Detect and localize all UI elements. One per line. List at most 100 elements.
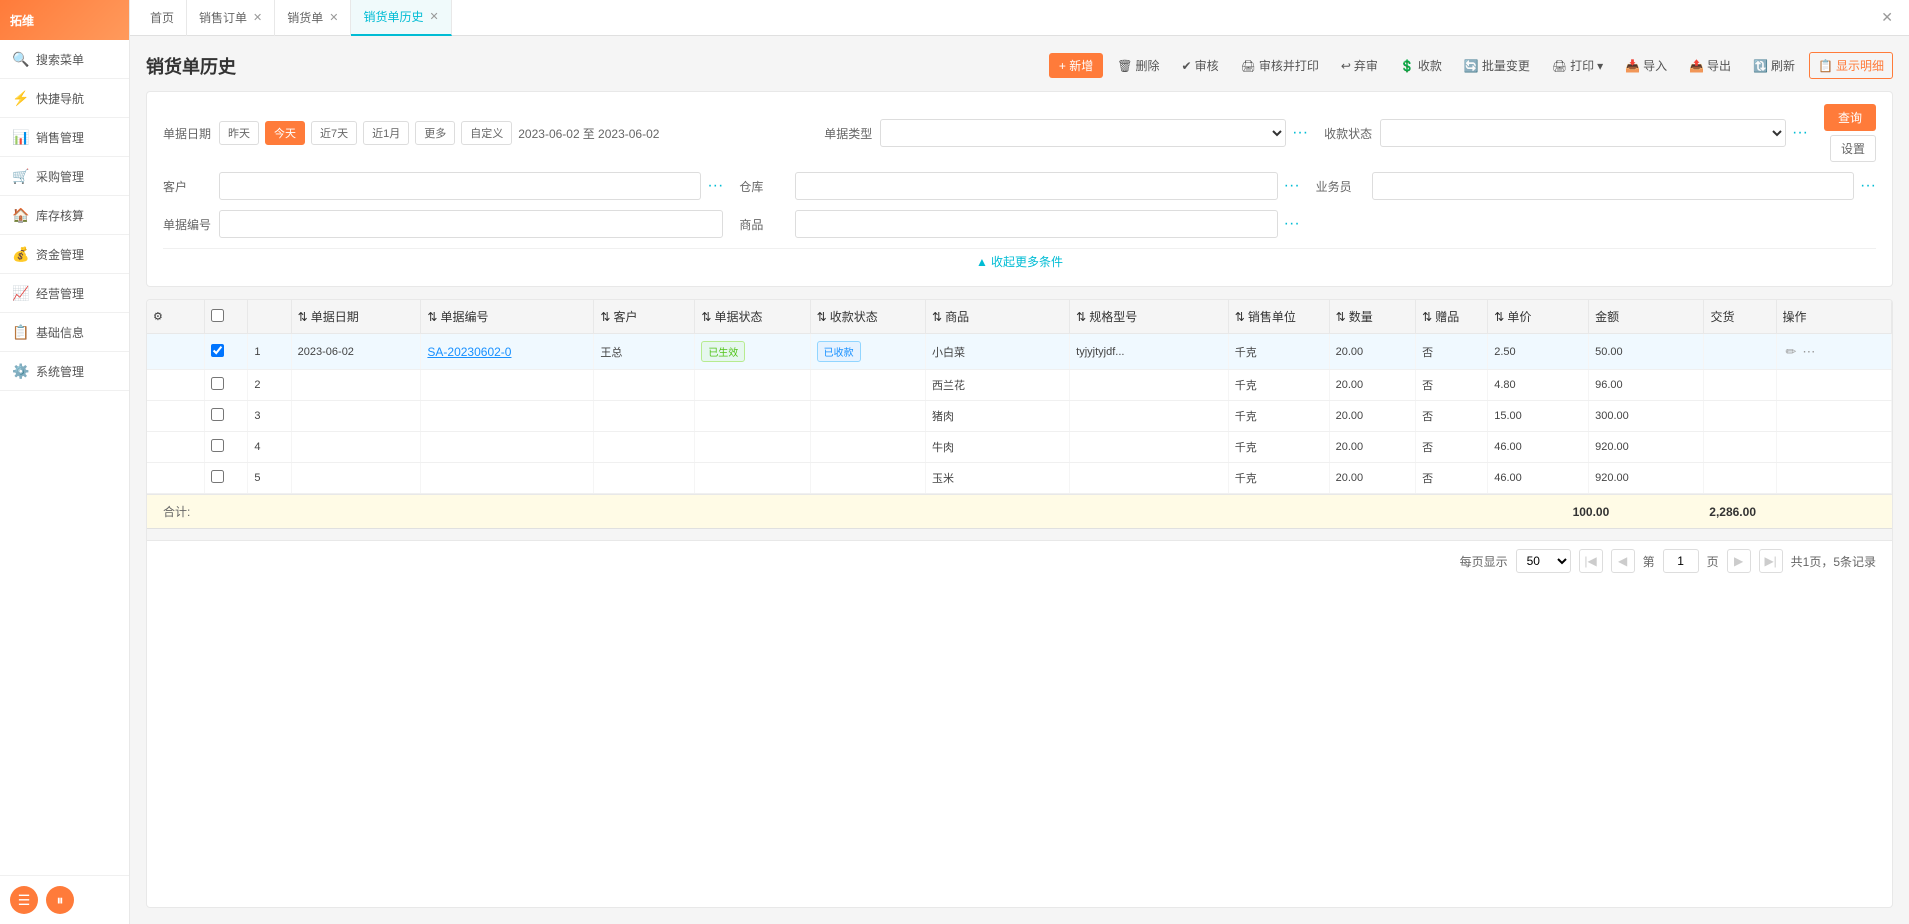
inventory-icon: 🏠 xyxy=(12,206,30,224)
th-gift[interactable]: ⇅ 赠品 xyxy=(1416,300,1488,334)
refresh-button[interactable]: 🔃 刷新 xyxy=(1745,53,1803,78)
date-range-text: 2023-06-02 至 2023-06-02 xyxy=(518,125,659,142)
filter-pay-status-select[interactable] xyxy=(1380,119,1786,147)
page-number-input[interactable] xyxy=(1663,549,1699,573)
tab-sale-history-close[interactable]: ✕ xyxy=(430,10,439,23)
cell-check[interactable] xyxy=(205,432,248,463)
abandon-button[interactable]: ↩ 弃审 xyxy=(1333,53,1386,78)
filter-warehouse-dots[interactable]: ··· xyxy=(1284,177,1300,195)
th-paystatus[interactable]: ⇅ 收款状态 xyxy=(810,300,925,334)
th-spec[interactable]: ⇅ 规格型号 xyxy=(1070,300,1229,334)
th-client[interactable]: ⇅ 客户 xyxy=(594,300,695,334)
cell-docno[interactable] xyxy=(421,370,594,401)
sidebar-item-inventory[interactable]: 🏠 库存核算 xyxy=(0,196,129,235)
scroll-bar[interactable] xyxy=(147,528,1892,540)
export-button[interactable]: 📤 导出 xyxy=(1681,53,1739,78)
sidebar-collapse-btn[interactable]: ☰ xyxy=(10,886,38,914)
row-checkbox[interactable] xyxy=(211,377,224,390)
cell-ops: ✏⋯ xyxy=(1776,334,1891,370)
sidebar-item-search-menu[interactable]: 🔍 搜索菜单 xyxy=(0,40,129,79)
th-gear[interactable]: ⚙ xyxy=(147,300,205,334)
more-icon[interactable]: ⋯ xyxy=(1802,344,1815,359)
date-btn-custom[interactable]: 自定义 xyxy=(461,121,512,145)
cell-docno[interactable]: SA-20230602-0 xyxy=(421,334,594,370)
th-date[interactable]: ⇅ 单据日期 xyxy=(291,300,421,334)
sidebar-pause-btn[interactable]: ⏸ xyxy=(46,886,74,914)
filter-salesperson-input[interactable] xyxy=(1372,172,1854,200)
date-btn-more[interactable]: 更多 xyxy=(415,121,455,145)
sidebar-item-purchase-mgmt[interactable]: 🛒 采购管理 xyxy=(0,157,129,196)
cell-spec xyxy=(1070,401,1229,432)
table-scroll[interactable]: ⚙ ⇅ 单据日期 ⇅ 单据编号 xyxy=(147,300,1892,494)
tab-sales-order[interactable]: 销售订单 ✕ xyxy=(187,0,275,36)
cell-check[interactable] xyxy=(205,401,248,432)
row-checkbox[interactable] xyxy=(211,344,224,357)
cell-check[interactable] xyxy=(205,463,248,494)
page-prev-btn[interactable]: ◀ xyxy=(1611,549,1635,573)
tab-home[interactable]: 首页 xyxy=(138,0,187,36)
collapse-filter-btn[interactable]: ▲ 收起更多条件 xyxy=(163,248,1876,274)
settings-button[interactable]: 设置 xyxy=(1830,135,1876,162)
cell-check[interactable] xyxy=(205,370,248,401)
page-last-btn[interactable]: ▶| xyxy=(1759,549,1783,573)
cell-docno[interactable] xyxy=(421,463,594,494)
cell-rownum: 2 xyxy=(248,370,291,401)
tab-sale-goods-close[interactable]: ✕ xyxy=(329,11,338,24)
sidebar-item-sys-mgmt[interactable]: ⚙️ 系统管理 xyxy=(0,352,129,391)
show-detail-button[interactable]: 📋 显示明细 xyxy=(1809,52,1893,79)
sidebar-item-basic-info[interactable]: 📋 基础信息 xyxy=(0,313,129,352)
cell-docno[interactable] xyxy=(421,432,594,463)
cell-check[interactable] xyxy=(205,334,248,370)
page-first-btn[interactable]: |◀ xyxy=(1579,549,1603,573)
th-qty[interactable]: ⇅ 数量 xyxy=(1329,300,1416,334)
filter-goods-input[interactable] xyxy=(795,210,1277,238)
edit-icon[interactable]: ✏ xyxy=(1786,344,1797,359)
date-btn-1month[interactable]: 近1月 xyxy=(363,121,409,145)
filter-salesperson-dots[interactable]: ··· xyxy=(1860,177,1876,195)
date-btn-today[interactable]: 今天 xyxy=(265,121,305,145)
filter-customer-dots[interactable]: ··· xyxy=(707,177,723,195)
audit-print-button[interactable]: 🖨 审核并打印 xyxy=(1233,53,1327,78)
filter-goods-dots[interactable]: ··· xyxy=(1284,215,1300,233)
cell-docstatus xyxy=(695,370,810,401)
th-goods[interactable]: ⇅ 商品 xyxy=(925,300,1069,334)
sidebar-item-operations[interactable]: 📈 经营管理 xyxy=(0,274,129,313)
cell-client xyxy=(594,432,695,463)
cell-docno[interactable] xyxy=(421,401,594,432)
audit-button[interactable]: ✔ 审核 xyxy=(1174,53,1227,78)
collect-button[interactable]: 💲 收款 xyxy=(1392,53,1450,78)
tab-sales-order-close[interactable]: ✕ xyxy=(253,11,262,24)
row-checkbox[interactable] xyxy=(211,439,224,452)
filter-docno-input[interactable] xyxy=(219,210,723,238)
delete-button[interactable]: 🗑 删除 xyxy=(1109,53,1167,78)
page-next-btn[interactable]: ▶ xyxy=(1727,549,1751,573)
filter-warehouse-input[interactable] xyxy=(795,172,1277,200)
batch-change-button[interactable]: 🔄 批量变更 xyxy=(1456,53,1538,78)
filter-customer-input[interactable] xyxy=(219,172,701,200)
filter-type-select[interactable] xyxy=(880,119,1286,147)
sidebar-item-finance[interactable]: 💰 资金管理 xyxy=(0,235,129,274)
new-button[interactable]: + 新增 xyxy=(1049,53,1103,78)
query-button[interactable]: 查询 xyxy=(1824,104,1876,131)
tabs-close-all-btn[interactable]: ✕ xyxy=(1873,9,1901,26)
sidebar-item-sales-mgmt[interactable]: 📊 销售管理 xyxy=(0,118,129,157)
row-checkbox[interactable] xyxy=(211,470,224,483)
import-button[interactable]: 📥 导入 xyxy=(1617,53,1675,78)
filter-pay-status-dots[interactable]: ··· xyxy=(1792,124,1808,142)
sidebar-item-quick-nav[interactable]: ⚡ 快捷导航 xyxy=(0,79,129,118)
th-unit[interactable]: ⇅ 销售单位 xyxy=(1228,300,1329,334)
filter-type-dots[interactable]: ··· xyxy=(1292,124,1308,142)
row-checkbox[interactable] xyxy=(211,408,224,421)
th-docno[interactable]: ⇅ 单据编号 xyxy=(421,300,594,334)
th-docstatus[interactable]: ⇅ 单据状态 xyxy=(695,300,810,334)
print-button[interactable]: 🖨 打印 ▾ xyxy=(1544,53,1611,78)
date-btn-7days[interactable]: 近7天 xyxy=(311,121,357,145)
date-btn-yesterday[interactable]: 昨天 xyxy=(219,121,259,145)
select-all-checkbox[interactable] xyxy=(211,309,224,322)
tab-sale-history[interactable]: 销货单历史 ✕ xyxy=(351,0,451,36)
doc-no-link[interactable]: SA-20230602-0 xyxy=(427,345,511,359)
page-size-select[interactable]: 50 100 200 xyxy=(1516,549,1571,573)
th-check[interactable] xyxy=(205,300,248,334)
tab-sale-goods[interactable]: 销货单 ✕ xyxy=(275,0,351,36)
th-price[interactable]: ⇅ 单价 xyxy=(1488,300,1589,334)
